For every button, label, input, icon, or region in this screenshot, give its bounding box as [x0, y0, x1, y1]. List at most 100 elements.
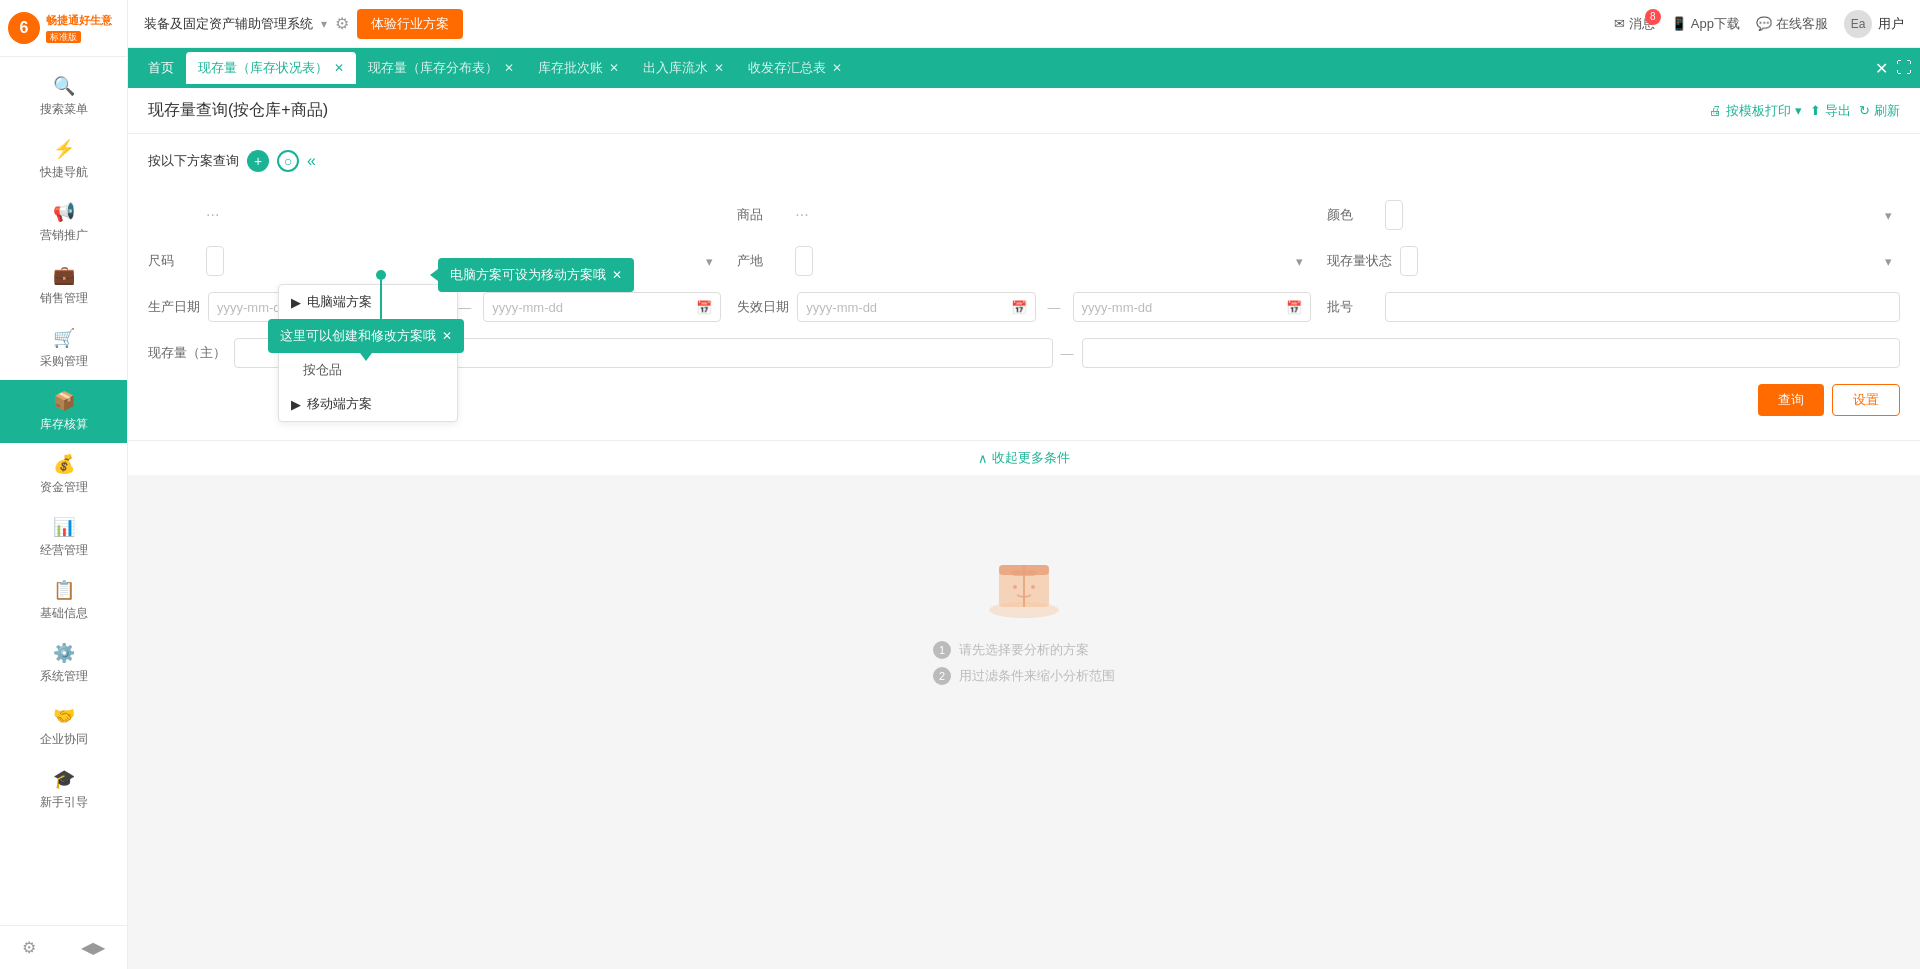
origin-label: 产地	[737, 252, 787, 270]
batch-label: 批号	[1327, 298, 1377, 316]
tab-home[interactable]: 首页	[136, 59, 186, 77]
export-btn[interactable]: ⬆ 导出	[1810, 102, 1851, 120]
product-label: 商品	[737, 206, 787, 224]
sidebar-bottom: ⚙ ◀▶	[0, 925, 127, 969]
tab-close-1[interactable]: ✕	[504, 61, 514, 75]
sidebar-item-purchase[interactable]: 🛒 采购管理	[0, 317, 127, 380]
user-menu[interactable]: Ea 用户	[1844, 10, 1904, 38]
filter-origin: 产地	[737, 246, 1310, 276]
connector-line	[380, 280, 382, 320]
color-select[interactable]	[1385, 200, 1403, 230]
sidebar-item-quicknav[interactable]: ⚡ 快捷导航	[0, 128, 127, 191]
online-service-btn[interactable]: 💬 在线客服	[1756, 15, 1828, 33]
sidebar-item-inventory[interactable]: 📦 库存核算	[0, 380, 127, 443]
print-icon: 🖨	[1709, 103, 1722, 118]
sidebar-item-search[interactable]: 🔍 搜索菜单	[0, 65, 127, 128]
message-btn[interactable]: ✉ 消息 8	[1614, 15, 1655, 33]
tooltip-close-top[interactable]: ✕	[612, 268, 622, 282]
settings-gear-icon[interactable]: ⚙	[335, 14, 349, 33]
empty-state: 1 请先选择要分析的方案 2 用过滤条件来缩小分析范围	[128, 475, 1920, 745]
sidebar-item-marketing[interactable]: 📢 营销推广	[0, 191, 127, 254]
filter-exp-date: 失效日期 yyyy-mm-dd 📅 — yyyy-mm-dd 📅	[737, 292, 1310, 322]
tab-batch-ledger[interactable]: 库存批次账 ✕	[526, 52, 631, 84]
mfg-date-label: 生产日期	[148, 298, 200, 316]
sidebar-item-operations[interactable]: 📊 经营管理	[0, 506, 127, 569]
sidebar-item-finance[interactable]: 💰 资金管理	[0, 443, 127, 506]
tooltip-create-scheme-wrapper: 这里可以创建和修改方案哦 ✕	[268, 319, 464, 353]
print-btn[interactable]: 🖨 按模板打印 ▾	[1709, 102, 1802, 120]
system-icon: ⚙️	[53, 642, 75, 664]
connector-dot-top	[376, 270, 386, 280]
sidebar-item-basicinfo[interactable]: 📋 基础信息	[0, 569, 127, 632]
batch-input[interactable]	[1385, 292, 1900, 322]
svg-rect-4	[1012, 570, 1036, 576]
close-all-tabs-icon[interactable]: ✕	[1875, 59, 1888, 78]
origin-select[interactable]	[795, 246, 813, 276]
basicinfo-icon: 📋	[53, 579, 75, 601]
tooltip-pc-to-mobile-wrapper: 电脑方案可设为移动方案哦 ✕	[438, 258, 634, 292]
stock-status-select[interactable]	[1400, 246, 1418, 276]
sidebar-item-sales[interactable]: 💼 销售管理	[0, 254, 127, 317]
sidebar-item-guide[interactable]: 🎓 新手引导	[0, 758, 127, 821]
empty-steps: 1 请先选择要分析的方案 2 用过滤条件来缩小分析范围	[933, 641, 1115, 685]
tab-close-2[interactable]: ✕	[609, 61, 619, 75]
tab-summary[interactable]: 收发存汇总表 ✕	[736, 52, 854, 84]
edit-scheme-btn[interactable]: ○	[277, 150, 299, 172]
refresh-btn[interactable]: ↻ 刷新	[1859, 102, 1900, 120]
reset-btn[interactable]: 设置	[1832, 384, 1900, 416]
product-dots[interactable]: ···	[795, 206, 808, 224]
tab-close-3[interactable]: ✕	[714, 61, 724, 75]
system-dropdown-icon[interactable]: ▾	[321, 17, 327, 31]
add-scheme-btn[interactable]: +	[247, 150, 269, 172]
mfg-date-to[interactable]: yyyy-mm-dd 📅	[483, 292, 721, 322]
filter-row-2: 尺码 产地	[148, 238, 1900, 284]
finance-icon: 💰	[53, 453, 75, 475]
exp-date-from[interactable]: yyyy-mm-dd 📅	[797, 292, 1035, 322]
tab-inventory-status[interactable]: 现存量（库存状况表） ✕	[186, 52, 356, 84]
tab-flow[interactable]: 出入库流水 ✕	[631, 52, 736, 84]
back-btn[interactable]: «	[307, 152, 316, 170]
tab-inventory-dist[interactable]: 现存量（库存分布表） ✕	[356, 52, 526, 84]
collapse-icon: ∧	[978, 451, 988, 466]
empty-box-svg	[974, 535, 1074, 625]
scheme-item-pc[interactable]: ▶ 电脑端方案	[279, 285, 457, 319]
fullscreen-icon[interactable]: ⛶	[1896, 59, 1912, 77]
user-name: 用户	[1878, 15, 1904, 33]
window-controls: ✕ ⛶	[1875, 59, 1912, 78]
settings-bottom-icon[interactable]: ⚙	[22, 938, 36, 957]
empty-step-1: 1 请先选择要分析的方案	[933, 641, 1115, 659]
size-select[interactable]	[206, 246, 224, 276]
tab-close-0[interactable]: ✕	[334, 61, 344, 75]
app-download-btn[interactable]: 📱 App下载	[1671, 15, 1740, 33]
tooltip-pc-to-mobile: 电脑方案可设为移动方案哦 ✕	[438, 258, 634, 292]
tooltip-arrow-down	[360, 353, 372, 361]
print-dropdown-icon: ▾	[1795, 103, 1802, 118]
svg-point-5	[1013, 585, 1017, 589]
calendar-icon-exp-to: 📅	[1286, 300, 1302, 315]
system-title: 装备及固定资产辅助管理系统	[144, 15, 313, 33]
exp-date-to[interactable]: yyyy-mm-dd 📅	[1073, 292, 1311, 322]
query-btn[interactable]: 查询	[1758, 384, 1824, 416]
industry-btn[interactable]: 体验行业方案	[357, 9, 463, 39]
filter-product: 商品 ···	[737, 200, 1310, 230]
sidebar-nav: 🔍 搜索菜单 ⚡ 快捷导航 📢 营销推广 💼 销售管理 🛒 采购管理 📦	[0, 57, 127, 925]
step-num-1: 1	[933, 641, 951, 659]
collapse-bar[interactable]: ∧ 收起更多条件	[128, 440, 1920, 475]
filter-stock-status: 现存量状态	[1327, 246, 1900, 276]
step-num-2: 2	[933, 667, 951, 685]
stock-qty-to[interactable]	[1082, 338, 1901, 368]
collab-icon: 🤝	[53, 705, 75, 727]
size-label: 尺码	[148, 252, 198, 270]
filter-warehouse: ···	[148, 200, 721, 230]
tooltip-close-bottom[interactable]: ✕	[442, 329, 452, 343]
scheme-item-mobile[interactable]: ▶ 移动端方案	[279, 387, 457, 421]
sidebar-item-system[interactable]: ⚙️ 系统管理	[0, 632, 127, 695]
logo-area: 6 畅捷通好生意 标准版	[0, 0, 127, 57]
origin-select-wrapper	[795, 246, 1310, 276]
marketing-icon: 📢	[53, 201, 75, 223]
empty-illustration	[974, 535, 1074, 625]
collapse-sidebar-icon[interactable]: ◀▶	[81, 938, 105, 957]
sidebar-item-collab[interactable]: 🤝 企业协同	[0, 695, 127, 758]
warehouse-dots[interactable]: ···	[206, 206, 219, 224]
tab-close-4[interactable]: ✕	[832, 61, 842, 75]
